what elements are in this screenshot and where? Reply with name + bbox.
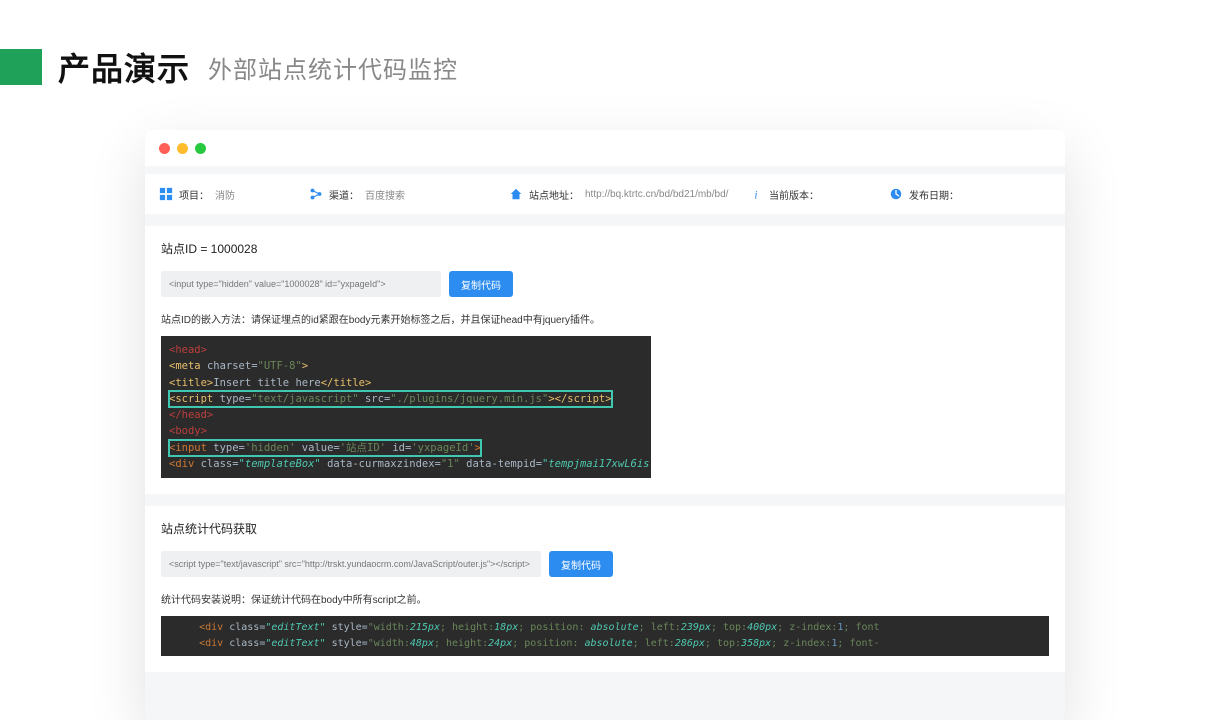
clock-icon: [889, 187, 903, 201]
slide-header: 产品演示 外部站点统计代码监控: [0, 44, 458, 90]
project-label: 项目：: [179, 187, 209, 202]
channel-label: 渠道：: [329, 187, 359, 202]
code-input-row: 复制代码: [161, 551, 1049, 577]
panel-title: 站点ID = 1000028: [161, 240, 1049, 257]
info-channel: 渠道： 百度搜索: [309, 187, 509, 202]
tracking-code-input[interactable]: [161, 551, 541, 577]
info-pubdate: 发布日期：: [889, 187, 1051, 202]
site-label: 站点地址：: [529, 187, 579, 202]
pubdate-label: 发布日期：: [909, 187, 959, 202]
slide-subtitle: 外部站点统计代码监控: [208, 50, 458, 85]
copy-button[interactable]: 复制代码: [449, 271, 513, 297]
browser-window: 项目： 消防 渠道： 百度搜索 站点地址： http://bq.ktrtc.cn…: [145, 130, 1065, 720]
instructions: 站点ID的嵌入方法：请保证埋点的id紧跟在body元素开始标签之后，并且保证he…: [161, 311, 1049, 326]
window-minimize-icon: [177, 143, 188, 154]
site-value: http://bq.ktrtc.cn/bd/bd21/mb/bd/: [585, 189, 728, 200]
instructions: 统计代码安装说明：保证统计代码在body中所有script之前。: [161, 591, 1049, 606]
project-value: 消防: [215, 187, 235, 202]
info-bar: 项目： 消防 渠道： 百度搜索 站点地址： http://bq.ktrtc.cn…: [145, 174, 1065, 214]
panel-tracking-code: 站点统计代码获取 复制代码 统计代码安装说明：保证统计代码在body中所有scr…: [145, 506, 1065, 672]
code-sample-head: <head> <meta charset="UTF-8"> <title>Ins…: [161, 336, 651, 478]
accent-bar: [0, 49, 42, 85]
code-sample-body: <div class="editText" style="width:215px…: [161, 616, 1049, 656]
info-project: 项目： 消防: [159, 187, 309, 202]
copy-button[interactable]: 复制代码: [549, 551, 613, 577]
info-site: 站点地址： http://bq.ktrtc.cn/bd/bd21/mb/bd/: [509, 187, 749, 202]
channel-value: 百度搜索: [365, 187, 405, 202]
home-icon: [509, 187, 523, 201]
panel-site-id: 站点ID = 1000028 复制代码 站点ID的嵌入方法：请保证埋点的id紧跟…: [145, 226, 1065, 494]
info-icon: i: [749, 187, 763, 201]
slide-title: 产品演示: [58, 44, 190, 90]
panel-title: 站点统计代码获取: [161, 520, 1049, 537]
share-icon: [309, 187, 323, 201]
window-maximize-icon: [195, 143, 206, 154]
svg-text:i: i: [754, 189, 757, 201]
version-label: 当前版本：: [769, 187, 819, 202]
info-version: i 当前版本：: [749, 187, 889, 202]
grid-icon: [159, 187, 173, 201]
code-input-row: 复制代码: [161, 271, 1049, 297]
window-close-icon: [159, 143, 170, 154]
site-id-code-input[interactable]: [161, 271, 441, 297]
browser-chrome: [145, 130, 1065, 166]
